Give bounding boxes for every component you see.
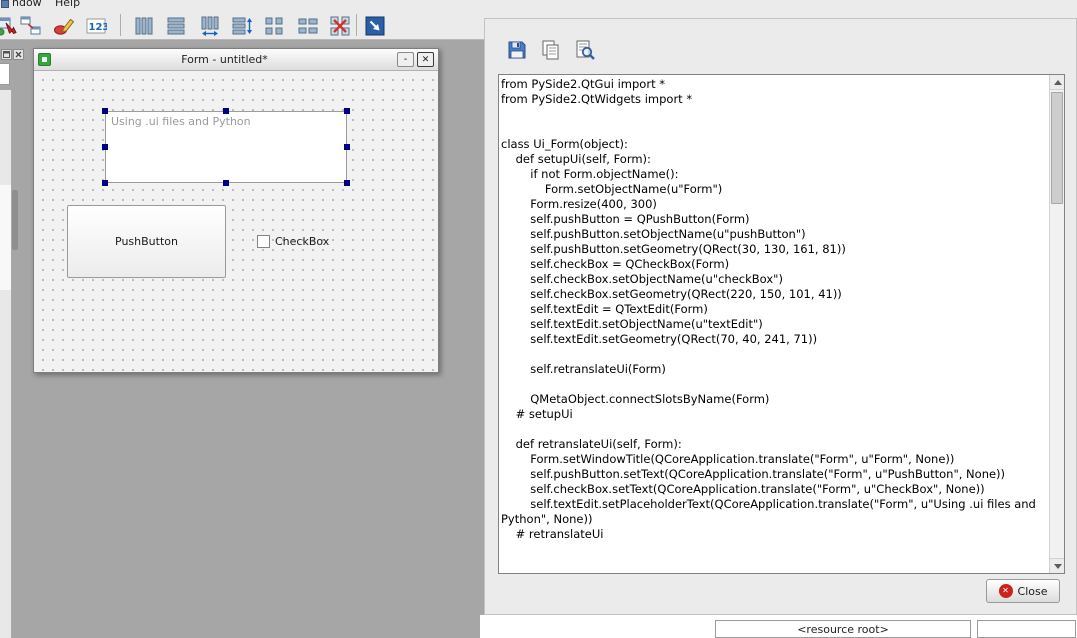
- save-icon: [506, 39, 528, 61]
- form-editor-window: Form - untitled* - ✕ Using .ui files and…: [33, 48, 439, 373]
- edit-widgets-icon: [0, 15, 17, 37]
- selection-handle-mid-left[interactable]: [102, 144, 108, 150]
- selection-handle-bottom-left[interactable]: [102, 180, 108, 186]
- layout-form-icon: [297, 15, 319, 37]
- dock-filter-field[interactable]: [0, 63, 10, 85]
- toolbar-separator: [356, 14, 357, 36]
- arrow-up-icon: [1054, 80, 1062, 85]
- checkbox-widget[interactable]: CheckBox: [257, 221, 358, 262]
- textedit-widget[interactable]: Using .ui files and Python: [105, 111, 347, 183]
- adjust-size-icon: [364, 15, 386, 37]
- tab-order-icon: 123: [85, 15, 107, 37]
- layout-form-button[interactable]: [294, 12, 322, 39]
- menubar: ndow Help: [0, 0, 480, 9]
- float-icon: [3, 51, 10, 58]
- textedit-placeholder: Using .ui files and Python: [111, 115, 251, 128]
- layout-vertical-icon: [165, 15, 187, 37]
- code-text: from PySide2.QtGui import * from PySide2…: [501, 77, 1047, 542]
- selection-handle-top-center[interactable]: [223, 108, 229, 114]
- tab-order-button[interactable]: 123: [82, 12, 110, 39]
- menu-item-window[interactable]: ndow: [12, 0, 42, 9]
- adjust-size-button[interactable]: [361, 12, 389, 39]
- toolbar-separator: [120, 14, 121, 36]
- svg-text:123: 123: [89, 22, 108, 33]
- window-menu-icon: [1, 0, 9, 8]
- copy-icon: [540, 39, 562, 61]
- layout-horizontal-button[interactable]: [130, 12, 158, 39]
- pushbutton-label: PushButton: [115, 235, 178, 248]
- edit-signals-slots-icon: [20, 15, 42, 37]
- code-view[interactable]: from PySide2.QtGui import * from PySide2…: [498, 74, 1065, 574]
- left-dock-panel: [0, 90, 12, 638]
- close-icon: [15, 51, 22, 58]
- save-code-button[interactable]: [504, 36, 530, 63]
- copy-code-button[interactable]: [538, 36, 564, 63]
- resource-preview-box: [977, 620, 1076, 638]
- selection-handle-bottom-center[interactable]: [223, 180, 229, 186]
- minimize-button[interactable]: -: [397, 52, 414, 67]
- selection-handle-bottom-right[interactable]: [344, 180, 350, 186]
- close-circle-icon: ✕: [999, 584, 1013, 598]
- break-layout-icon: [329, 15, 351, 37]
- code-scrollbar[interactable]: [1049, 75, 1064, 573]
- edit-buddies-button[interactable]: [50, 12, 78, 39]
- qt-designer-screen: ndow Help: [0, 0, 1077, 638]
- dock-float-button[interactable]: [1, 49, 12, 60]
- code-preview-dialog: from PySide2.QtGui import * from PySide2…: [484, 18, 1077, 615]
- edit-buddies-icon: [53, 15, 75, 37]
- dock-close-button[interactable]: [13, 49, 24, 60]
- resource-root-item[interactable]: <resource root>: [715, 620, 971, 638]
- menu-item-help[interactable]: Help: [55, 0, 80, 9]
- dock-scrollbar-thumb[interactable]: [12, 190, 18, 250]
- layout-grid-button[interactable]: [260, 12, 288, 39]
- layout-horizontal-splitter-button[interactable]: [196, 12, 224, 39]
- layout-grid-icon: [263, 15, 285, 37]
- form-canvas[interactable]: Using .ui files and Python PushButton Ch…: [34, 71, 438, 372]
- edit-signals-slots-button[interactable]: [17, 12, 45, 39]
- selection-handle-mid-right[interactable]: [344, 144, 350, 150]
- find-icon: [574, 39, 596, 61]
- form-window-icon: [38, 53, 51, 66]
- left-dock-list: [0, 185, 11, 290]
- close-button-label: Close: [1018, 585, 1048, 598]
- selection-handle-top-left[interactable]: [102, 108, 108, 114]
- form-window-titlebar[interactable]: Form - untitled* - ✕: [34, 49, 438, 71]
- selection-handle-top-right[interactable]: [344, 108, 350, 114]
- form-window-title: Form - untitled*: [55, 53, 394, 66]
- close-button[interactable]: ✕: [417, 52, 434, 67]
- break-layout-button[interactable]: [326, 12, 354, 39]
- resource-root-label: <resource root>: [797, 623, 889, 636]
- arrow-down-icon: [1054, 564, 1062, 569]
- layout-horizontal-icon: [133, 15, 155, 37]
- checkbox-indicator[interactable]: [257, 235, 270, 248]
- layout-horizontal-splitter-icon: [199, 15, 221, 37]
- resource-browser-fragment: <resource root>: [480, 615, 1077, 638]
- layout-vertical-splitter-button[interactable]: [228, 12, 256, 39]
- find-in-code-button[interactable]: [572, 36, 598, 63]
- scrollbar-thumb[interactable]: [1051, 92, 1063, 204]
- scroll-down-arrow[interactable]: [1050, 558, 1065, 573]
- layout-vertical-splitter-icon: [231, 15, 253, 37]
- checkbox-label: CheckBox: [275, 235, 329, 248]
- pushbutton-widget[interactable]: PushButton: [67, 205, 226, 278]
- dialog-close-button[interactable]: ✕ Close: [986, 579, 1060, 603]
- layout-vertical-button[interactable]: [162, 12, 190, 39]
- scroll-up-arrow[interactable]: [1050, 75, 1065, 90]
